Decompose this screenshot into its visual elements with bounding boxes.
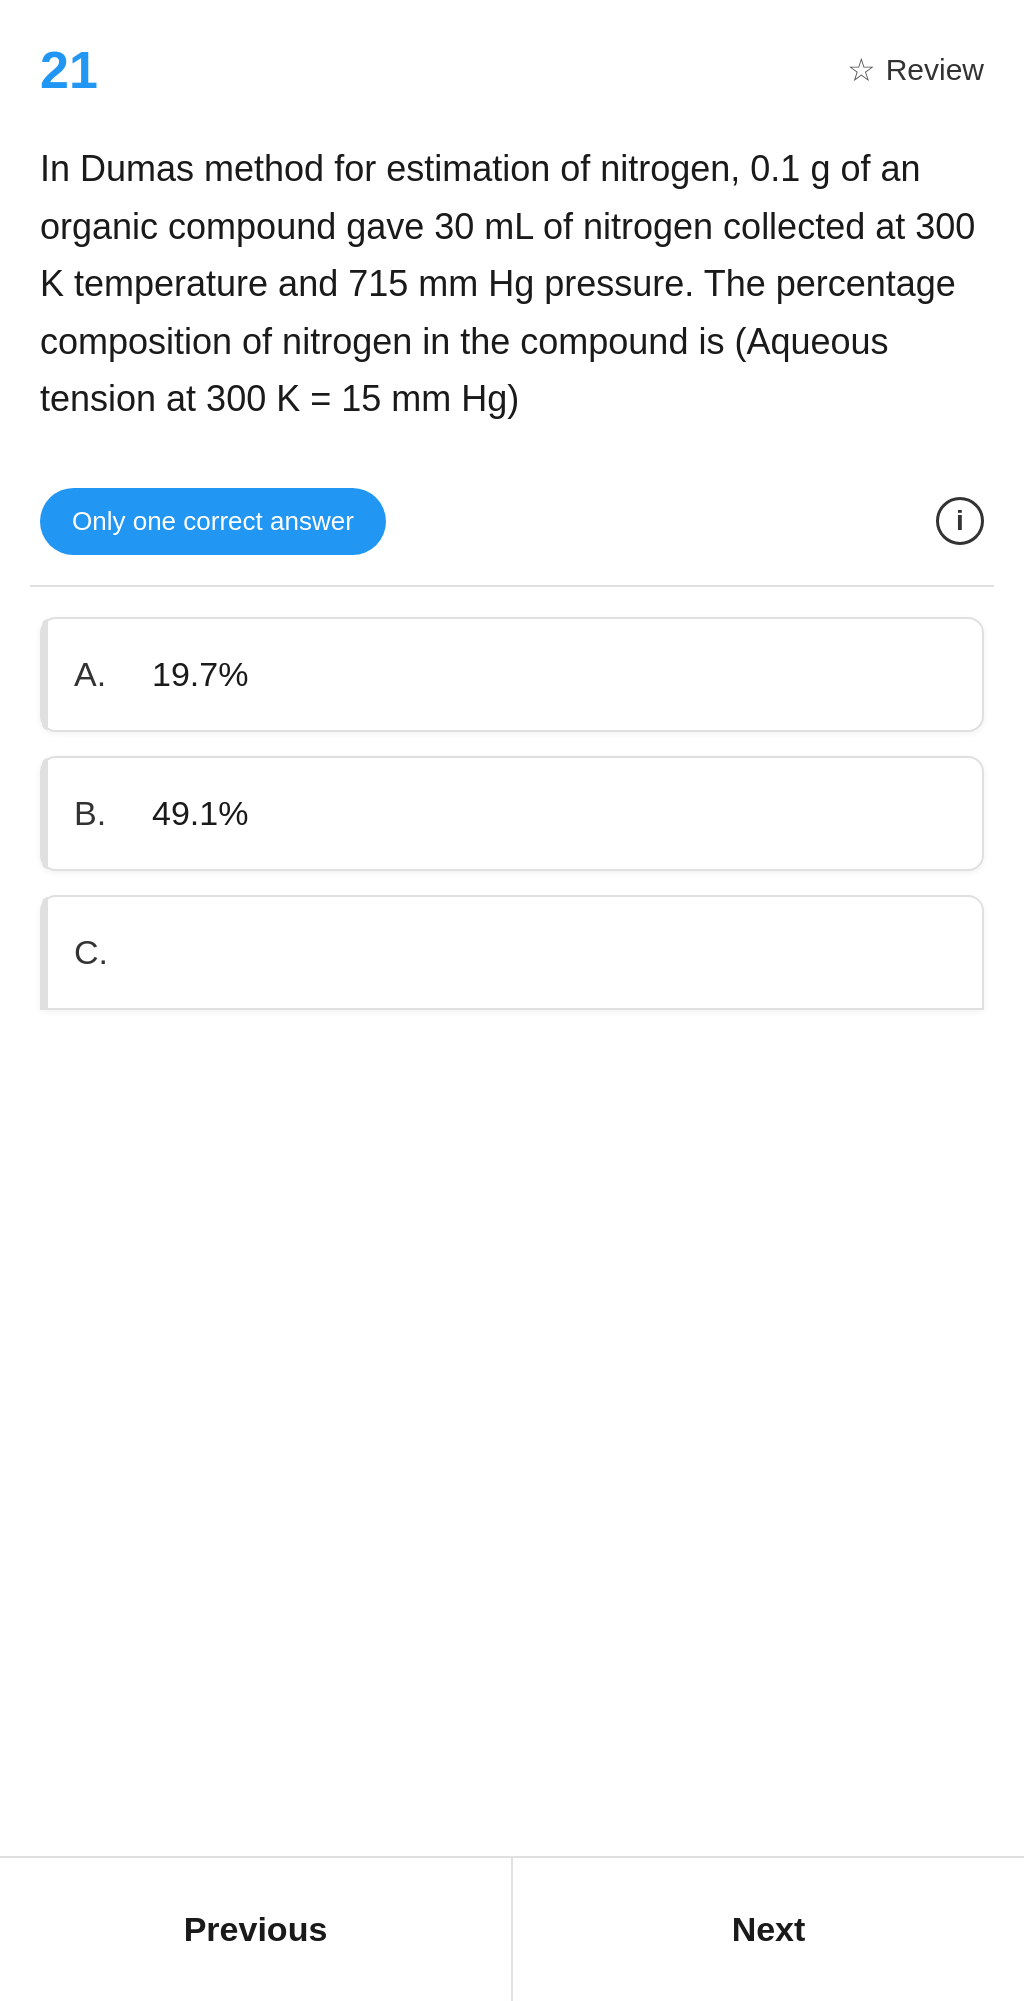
question-number: 21 — [40, 40, 98, 100]
review-label: Review — [886, 53, 984, 87]
info-symbol: i — [956, 505, 964, 537]
star-icon: ☆ — [847, 51, 876, 89]
previous-button[interactable]: Previous — [0, 1858, 513, 2001]
page-container: 21 ☆ Review In Dumas method for estimati… — [0, 0, 1024, 2001]
option-c-partial[interactable]: C. — [40, 895, 984, 1010]
answer-type-section: Only one correct answer i — [0, 468, 1024, 585]
header: 21 ☆ Review — [0, 0, 1024, 120]
option-b[interactable]: B. 49.1% — [40, 756, 984, 871]
option-b-text: 49.1% — [152, 794, 248, 833]
option-a[interactable]: A. 19.7% — [40, 617, 984, 732]
option-b-label: B. — [74, 794, 124, 833]
option-a-text: 19.7% — [152, 655, 248, 694]
option-a-label: A. — [74, 655, 124, 694]
answer-type-badge: Only one correct answer — [40, 488, 386, 555]
option-c-label: C. — [74, 933, 124, 972]
options-container: A. 19.7% B. 49.1% C. — [0, 587, 1024, 1040]
content-area: In Dumas method for estimation of nitrog… — [0, 120, 1024, 2001]
next-button[interactable]: Next — [513, 1858, 1024, 2001]
info-icon[interactable]: i — [936, 497, 984, 545]
question-text: In Dumas method for estimation of nitrog… — [0, 120, 1024, 468]
review-button[interactable]: ☆ Review — [847, 51, 984, 89]
footer-nav: Previous Next — [0, 1856, 1024, 2001]
